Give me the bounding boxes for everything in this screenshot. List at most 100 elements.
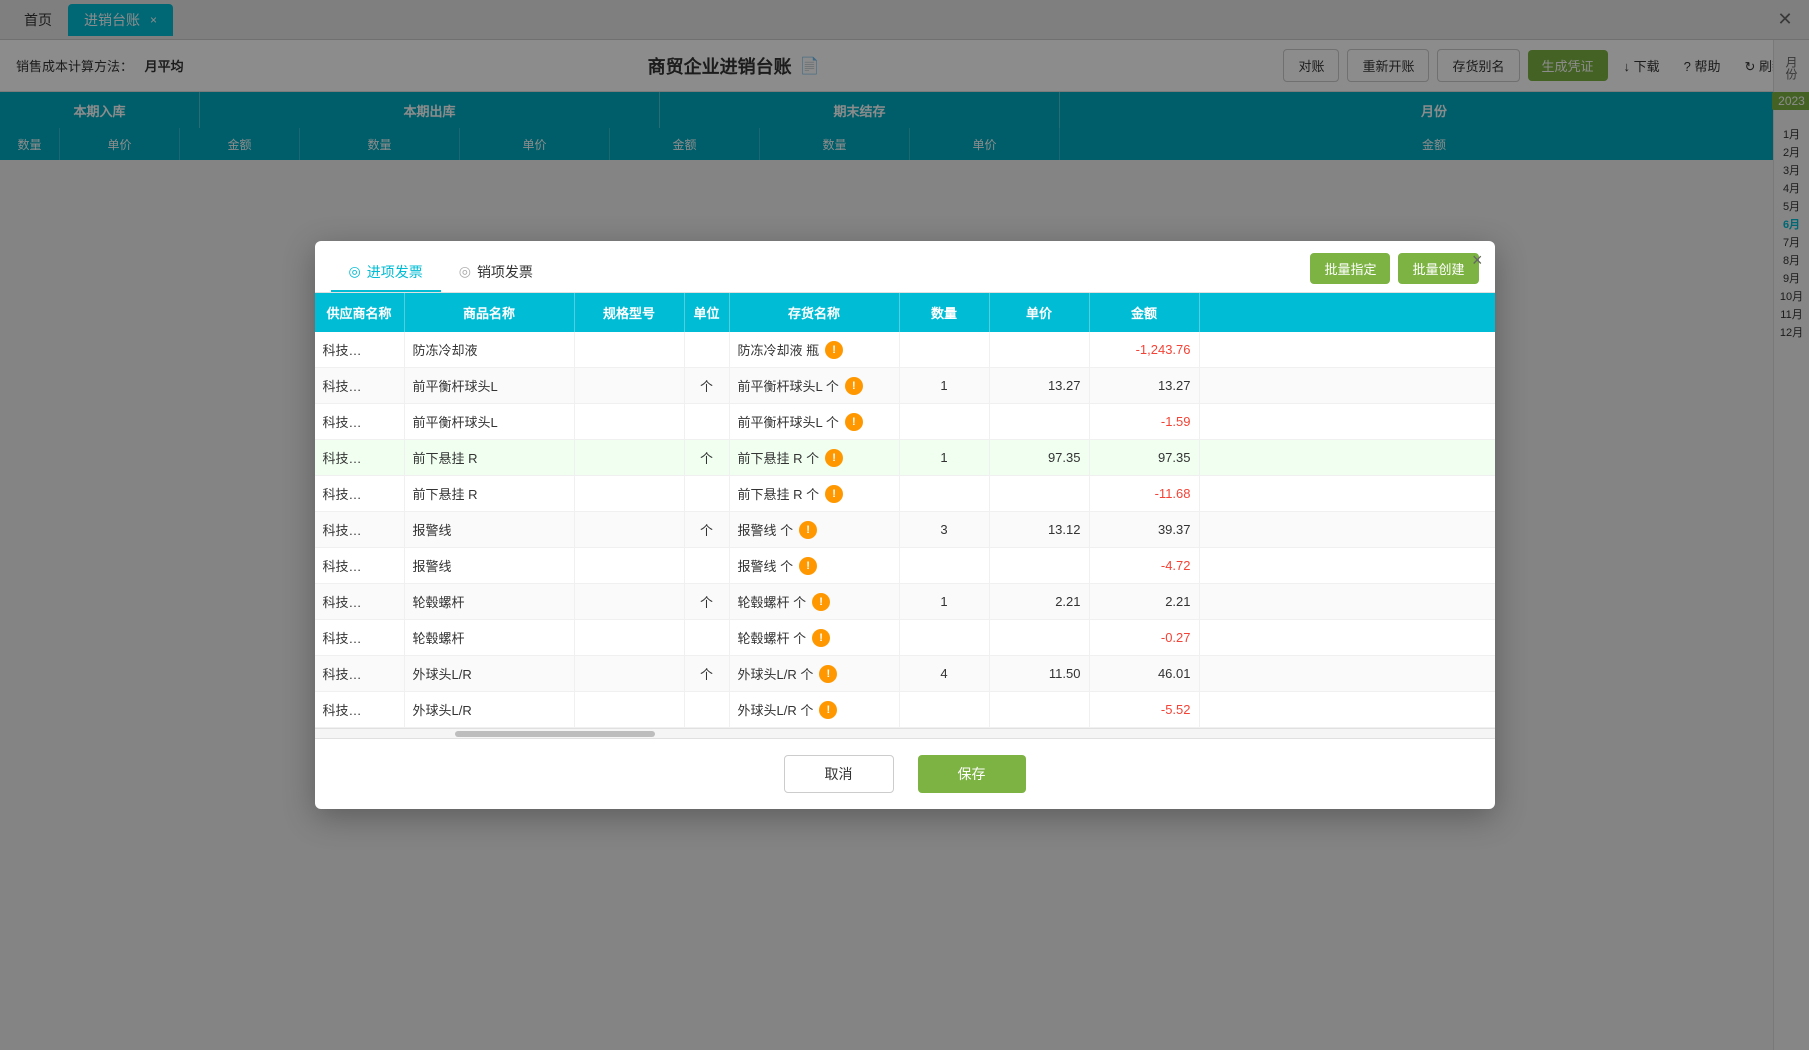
cell-unit <box>685 692 730 727</box>
tab-outgoing-invoice[interactable]: ◎ 销项发票 <box>441 254 551 292</box>
cell-price: 13.27 <box>990 368 1090 403</box>
cell-product: 报警线 <box>405 548 575 583</box>
cell-spec <box>575 656 685 691</box>
cell-spec <box>575 692 685 727</box>
modal-rows-container: 科技… 防冻冷却液 防冻冷却液 瓶 ! -1,243.76 科技… 前平衡杆球头… <box>315 332 1495 728</box>
cell-price <box>990 332 1090 367</box>
cell-spec <box>575 332 685 367</box>
tab-incoming-invoice[interactable]: ◎ 进项发票 <box>331 254 441 292</box>
cell-inventory: 外球头L/R 个 ! <box>730 692 900 727</box>
cell-price: 97.35 <box>990 440 1090 475</box>
warning-icon: ! <box>812 629 830 647</box>
cell-qty: 3 <box>900 512 990 547</box>
cell-unit <box>685 620 730 655</box>
table-row: 科技… 外球头L/R 外球头L/R 个 ! -5.52 <box>315 692 1495 728</box>
cell-spec <box>575 476 685 511</box>
cell-product: 轮毂螺杆 <box>405 584 575 619</box>
cell-spec <box>575 620 685 655</box>
cell-supplier: 科技… <box>315 332 405 367</box>
cell-supplier: 科技… <box>315 512 405 547</box>
table-row: 科技… 前下悬挂 R 个 前下悬挂 R 个 ! 1 97.35 97.35 <box>315 440 1495 476</box>
cell-supplier: 科技… <box>315 368 405 403</box>
cell-product: 防冻冷却液 <box>405 332 575 367</box>
cell-qty <box>900 620 990 655</box>
cell-unit <box>685 476 730 511</box>
cell-product: 轮毂螺杆 <box>405 620 575 655</box>
modal-footer: 取消 保存 <box>315 738 1495 809</box>
cell-unit: 个 <box>685 440 730 475</box>
table-row: 科技… 报警线 个 报警线 个 ! 3 13.12 39.37 <box>315 512 1495 548</box>
cell-inventory: 前下悬挂 R 个 ! <box>730 476 900 511</box>
cell-price <box>990 692 1090 727</box>
cell-price <box>990 620 1090 655</box>
warning-icon: ! <box>825 341 843 359</box>
table-row: 科技… 轮毂螺杆 轮毂螺杆 个 ! -0.27 <box>315 620 1495 656</box>
cell-spec <box>575 440 685 475</box>
table-row: 科技… 前下悬挂 R 前下悬挂 R 个 ! -11.68 <box>315 476 1495 512</box>
modal-header: ◎ 进项发票 ◎ 销项发票 批量指定 批量创建 × <box>315 241 1495 293</box>
cell-spec <box>575 512 685 547</box>
cell-supplier: 科技… <box>315 548 405 583</box>
save-button[interactable]: 保存 <box>918 755 1026 793</box>
modal-scrollbar-thumb[interactable] <box>455 731 655 737</box>
cell-product: 前平衡杆球头L <box>405 368 575 403</box>
cell-amount: 97.35 <box>1090 440 1200 475</box>
th-unit: 单位 <box>685 293 730 332</box>
modal-table-header: 供应商名称 商品名称 规格型号 单位 存货名称 数量 单价 金额 <box>315 293 1495 332</box>
warning-icon: ! <box>819 701 837 719</box>
warning-icon: ! <box>819 665 837 683</box>
cell-qty: 1 <box>900 368 990 403</box>
th-amount: 金额 <box>1090 293 1200 332</box>
table-row: 科技… 报警线 报警线 个 ! -4.72 <box>315 548 1495 584</box>
warning-icon: ! <box>799 521 817 539</box>
table-row: 科技… 外球头L/R 个 外球头L/R 个 ! 4 11.50 46.01 <box>315 656 1495 692</box>
th-inventory: 存货名称 <box>730 293 900 332</box>
cell-supplier: 科技… <box>315 692 405 727</box>
cell-unit <box>685 548 730 583</box>
cell-price: 13.12 <box>990 512 1090 547</box>
cell-supplier: 科技… <box>315 620 405 655</box>
cell-amount: -5.52 <box>1090 692 1200 727</box>
cell-supplier: 科技… <box>315 440 405 475</box>
cell-unit <box>685 404 730 439</box>
cell-inventory: 前平衡杆球头L 个 ! <box>730 404 900 439</box>
cell-unit: 个 <box>685 584 730 619</box>
cell-spec <box>575 404 685 439</box>
cell-product: 外球头L/R <box>405 692 575 727</box>
cell-qty <box>900 332 990 367</box>
modal-overlay: ◎ 进项发票 ◎ 销项发票 批量指定 批量创建 × 供应商名称 商品名称 规格型… <box>0 0 1809 1050</box>
cell-price: 11.50 <box>990 656 1090 691</box>
modal-dialog: ◎ 进项发票 ◎ 销项发票 批量指定 批量创建 × 供应商名称 商品名称 规格型… <box>315 241 1495 809</box>
th-supplier: 供应商名称 <box>315 293 405 332</box>
cell-product: 报警线 <box>405 512 575 547</box>
cell-unit: 个 <box>685 368 730 403</box>
batch-assign-button[interactable]: 批量指定 <box>1310 253 1390 284</box>
cell-qty <box>900 476 990 511</box>
cell-supplier: 科技… <box>315 584 405 619</box>
cell-price <box>990 548 1090 583</box>
cell-amount: -4.72 <box>1090 548 1200 583</box>
cancel-button[interactable]: 取消 <box>784 755 894 793</box>
cell-supplier: 科技… <box>315 476 405 511</box>
table-row: 科技… 防冻冷却液 防冻冷却液 瓶 ! -1,243.76 <box>315 332 1495 368</box>
cell-qty: 1 <box>900 584 990 619</box>
modal-close-button[interactable]: × <box>1472 251 1483 269</box>
cell-amount: -1.59 <box>1090 404 1200 439</box>
cell-unit <box>685 332 730 367</box>
cell-inventory: 报警线 个 ! <box>730 548 900 583</box>
cell-amount: 2.21 <box>1090 584 1200 619</box>
cell-inventory: 轮毂螺杆 个 ! <box>730 620 900 655</box>
cell-product: 外球头L/R <box>405 656 575 691</box>
cell-inventory: 报警线 个 ! <box>730 512 900 547</box>
warning-icon: ! <box>825 449 843 467</box>
modal-scrollbar[interactable] <box>315 728 1495 738</box>
cell-qty: 4 <box>900 656 990 691</box>
batch-create-button[interactable]: 批量创建 <box>1398 253 1478 284</box>
warning-icon: ! <box>799 557 817 575</box>
th-qty: 数量 <box>900 293 990 332</box>
cell-product: 前下悬挂 R <box>405 476 575 511</box>
table-row: 科技… 前平衡杆球头L 前平衡杆球头L 个 ! -1.59 <box>315 404 1495 440</box>
warning-icon: ! <box>845 377 863 395</box>
cell-price: 2.21 <box>990 584 1090 619</box>
cell-product: 前平衡杆球头L <box>405 404 575 439</box>
